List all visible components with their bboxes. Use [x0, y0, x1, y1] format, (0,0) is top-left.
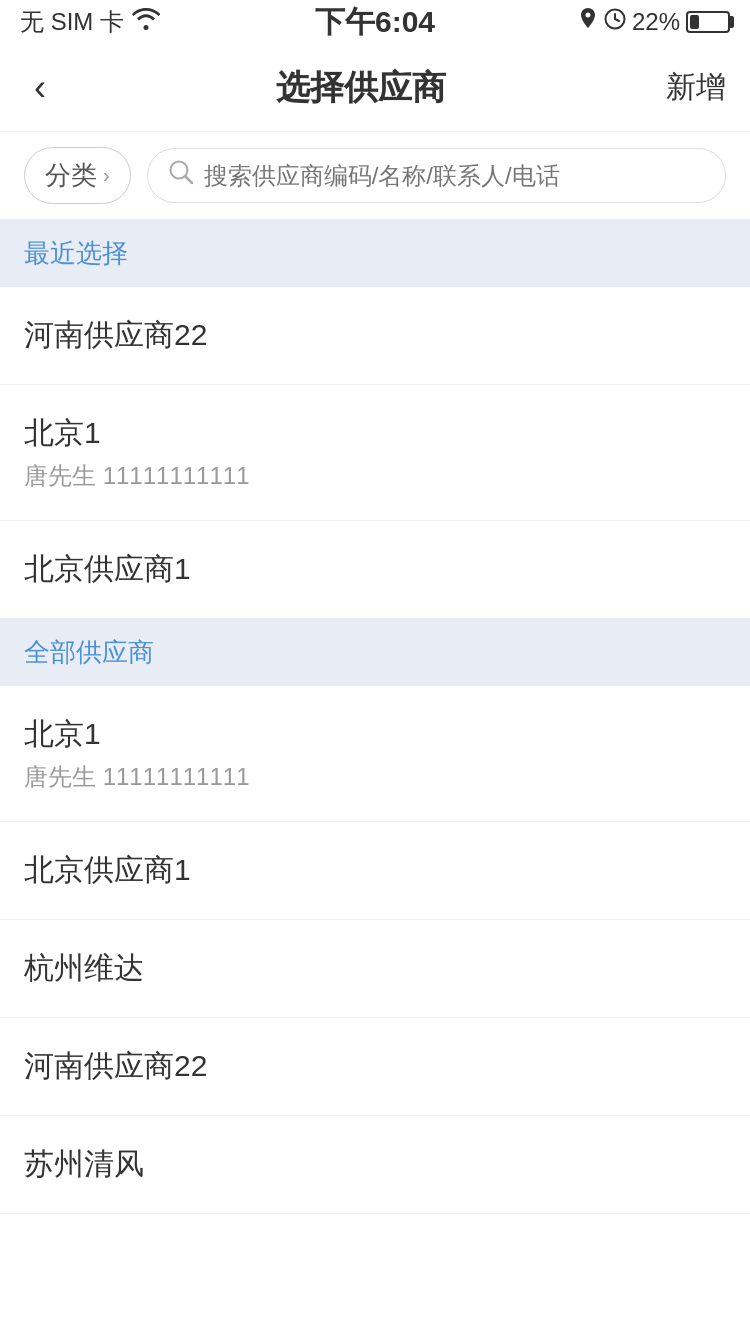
chevron-right-icon: ›	[103, 164, 110, 187]
search-input[interactable]	[204, 162, 705, 190]
list-item[interactable]: 杭州维达	[0, 920, 750, 1018]
section-header-0: 最近选择	[0, 220, 750, 287]
status-left: 无 SIM 卡	[20, 6, 160, 38]
item-name: 北京供应商1	[24, 549, 726, 590]
category-button[interactable]: 分类 ›	[24, 147, 131, 204]
item-name: 北京1	[24, 413, 726, 454]
item-sub: 唐先生 11111111111	[24, 460, 726, 492]
item-name: 北京1	[24, 714, 726, 755]
battery-icon	[686, 11, 730, 33]
search-box[interactable]	[147, 148, 726, 203]
location-icon	[578, 8, 598, 36]
add-button[interactable]: 新增	[666, 67, 726, 108]
section-header-1: 全部供应商	[0, 619, 750, 686]
section-title-0: 最近选择	[24, 238, 128, 268]
filter-bar: 分类 ›	[0, 132, 750, 220]
clock-icon	[604, 8, 626, 36]
list-item[interactable]: 北京1 唐先生 11111111111	[0, 686, 750, 822]
page-title: 选择供应商	[276, 65, 446, 111]
svg-line-2	[615, 19, 619, 21]
status-time: 下午6:04	[315, 2, 435, 43]
category-label: 分类	[45, 158, 97, 193]
nav-bar: ‹ 选择供应商 新增	[0, 44, 750, 132]
item-name: 河南供应商22	[24, 315, 726, 356]
back-button[interactable]: ‹	[24, 57, 56, 119]
list-item[interactable]: 北京1 唐先生 11111111111	[0, 385, 750, 521]
svg-line-4	[185, 177, 192, 184]
search-icon	[168, 159, 194, 192]
battery-text: 22%	[632, 8, 680, 36]
item-name: 杭州维达	[24, 948, 726, 989]
wifi-icon	[132, 8, 160, 36]
item-name: 北京供应商1	[24, 850, 726, 891]
list-item[interactable]: 河南供应商22	[0, 1018, 750, 1116]
list-item[interactable]: 北京供应商1	[0, 822, 750, 920]
section-title-1: 全部供应商	[24, 637, 154, 667]
list-item[interactable]: 苏州清风	[0, 1116, 750, 1214]
status-right: 22%	[578, 8, 730, 36]
list-item[interactable]: 河南供应商22	[0, 287, 750, 385]
item-name: 河南供应商22	[24, 1046, 726, 1087]
list-item[interactable]: 北京供应商1	[0, 521, 750, 619]
supplier-list: 最近选择河南供应商22 北京1 唐先生 11111111111 北京供应商1 全部供应商…	[0, 220, 750, 1214]
item-sub: 唐先生 11111111111	[24, 761, 726, 793]
status-bar: 无 SIM 卡 下午6:04 22%	[0, 0, 750, 44]
item-name: 苏州清风	[24, 1144, 726, 1185]
no-sim-text: 无 SIM 卡	[20, 6, 124, 38]
